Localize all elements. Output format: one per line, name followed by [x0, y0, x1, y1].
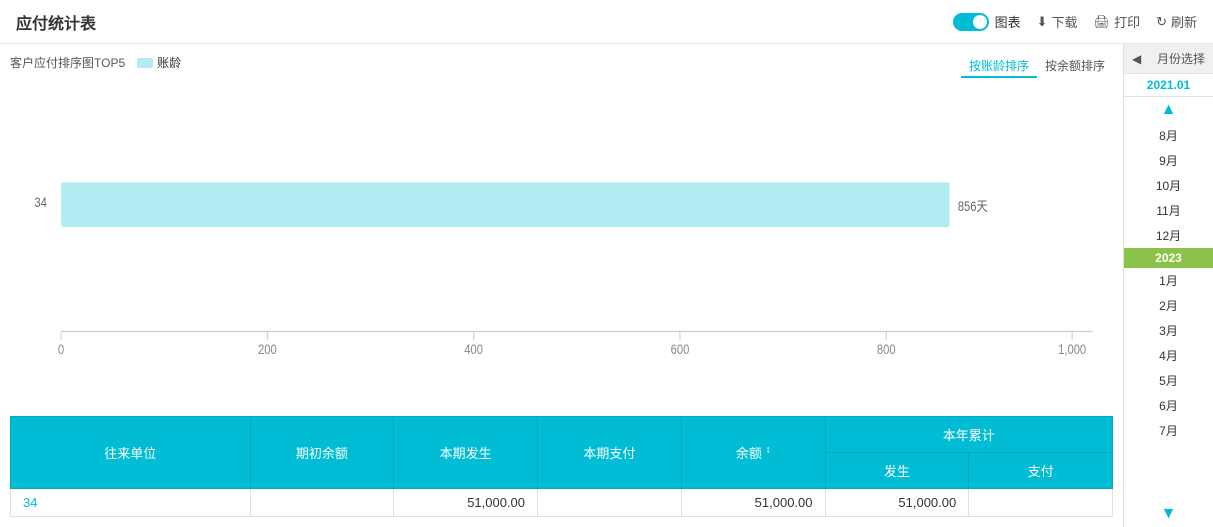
- sidebar-month-list-container: 8月9月10月11月12月20231月2月3月4月5月6月7月: [1124, 123, 1213, 501]
- svg-text:34: 34: [34, 195, 47, 210]
- sidebar: ◀ 月份选择 2021.01 ▲ 8月9月10月11月12月20231月2月3月…: [1123, 44, 1213, 527]
- th-year-pay: 支付: [969, 453, 1113, 489]
- chart-and-table: 客户应付排序图TOP5 账龄 按账龄排序 按余额排序 34: [0, 44, 1123, 527]
- sidebar-month-item[interactable]: 1月: [1124, 268, 1213, 293]
- legend-item-age: 账龄: [137, 54, 181, 71]
- table-cell[interactable]: 34: [11, 489, 251, 517]
- chart-svg: 34 856天 0 200 400 600 800 1,000: [10, 83, 1113, 406]
- chart-legend: 客户应付排序图TOP5 账龄: [10, 54, 181, 71]
- th-year-occur: 发生: [825, 453, 969, 489]
- expand-icon[interactable]: ◀: [1132, 52, 1141, 66]
- sidebar-month-item[interactable]: 7月: [1124, 418, 1213, 443]
- svg-text:400: 400: [464, 342, 483, 357]
- table-cell: [969, 489, 1113, 517]
- sidebar-month-item[interactable]: 2月: [1124, 293, 1213, 318]
- sidebar-month-item[interactable]: 5月: [1124, 368, 1213, 393]
- sort-tab-balance[interactable]: 按余额排序: [1037, 55, 1113, 78]
- table-section: 往来单位 期初余额 本期发生 本期支付 余额 ↕ 本年累计 发生: [0, 416, 1123, 527]
- chart-toggle[interactable]: [953, 13, 989, 31]
- sidebar-header-label: 月份选择: [1157, 50, 1205, 67]
- chart-toggle-group: 图表: [953, 12, 1021, 31]
- refresh-button[interactable]: ↻ 刷新: [1156, 12, 1197, 31]
- print-icon: 🖨: [1094, 14, 1111, 30]
- svg-text:1,000: 1,000: [1058, 342, 1086, 357]
- table-cell: 51,000.00: [394, 489, 538, 517]
- svg-text:856天: 856天: [958, 199, 988, 214]
- chart-header-row: 客户应付排序图TOP5 账龄 按账龄排序 按余额排序: [10, 54, 1113, 79]
- chart-section: 客户应付排序图TOP5 账龄 按账龄排序 按余额排序 34: [0, 44, 1123, 416]
- table-cell: [538, 489, 682, 517]
- refresh-label: 刷新: [1171, 12, 1197, 31]
- refresh-icon: ↻: [1156, 14, 1167, 30]
- sort-tabs: 按账龄排序 按余额排序: [961, 55, 1113, 78]
- th-year-group: 本年累计: [825, 417, 1113, 453]
- sidebar-month-item[interactable]: 9月: [1124, 148, 1213, 173]
- svg-text:600: 600: [671, 342, 690, 357]
- print-label: 打印: [1114, 12, 1140, 31]
- sidebar-month-list: 8月9月10月11月12月20231月2月3月4月5月6月7月: [1124, 123, 1213, 443]
- legend-color-age: [137, 58, 153, 68]
- th-balance: 余额 ↕: [681, 417, 825, 489]
- svg-text:200: 200: [258, 342, 277, 357]
- scroll-up-button[interactable]: ▲: [1124, 97, 1213, 123]
- sidebar-year-display: 2021.01: [1124, 74, 1213, 97]
- table-cell: [250, 489, 394, 517]
- svg-text:0: 0: [58, 342, 64, 357]
- sidebar-month-item[interactable]: 12月: [1124, 223, 1213, 248]
- download-label: 下载: [1052, 12, 1078, 31]
- svg-text:800: 800: [877, 342, 896, 357]
- sidebar-month-item[interactable]: 11月: [1124, 198, 1213, 223]
- legend-label-age: 账龄: [157, 54, 181, 71]
- download-button[interactable]: ⬇ 下载: [1037, 12, 1078, 31]
- download-icon: ⬇: [1037, 14, 1048, 30]
- print-button[interactable]: 🖨 打印: [1094, 12, 1141, 31]
- th-unit: 往来单位: [11, 417, 251, 489]
- sidebar-month-item[interactable]: 2023: [1124, 248, 1213, 268]
- table-cell: 51,000.00: [825, 489, 969, 517]
- sidebar-month-item[interactable]: 10月: [1124, 173, 1213, 198]
- th-period-occur: 本期发生: [394, 417, 538, 489]
- chart-title: 客户应付排序图TOP5: [10, 54, 125, 71]
- chart-wrapper: 34 856天 0 200 400 600 800 1,000: [10, 83, 1113, 406]
- header-actions: 图表 ⬇ 下载 🖨 打印 ↻ 刷新: [953, 12, 1197, 31]
- data-table: 往来单位 期初余额 本期发生 本期支付 余额 ↕ 本年累计 发生: [10, 416, 1113, 517]
- sidebar-header: ◀ 月份选择: [1124, 44, 1213, 74]
- table-row: 3451,000.0051,000.0051,000.00: [11, 489, 1113, 517]
- content-area: 客户应付排序图TOP5 账龄 按账龄排序 按余额排序 34: [0, 44, 1213, 527]
- scroll-down-button[interactable]: ▼: [1124, 501, 1213, 527]
- page-header: 应付统计表 图表 ⬇ 下载 🖨 打印 ↻ 刷新: [0, 0, 1213, 44]
- th-period-pay: 本期支付: [538, 417, 682, 489]
- sort-tab-age[interactable]: 按账龄排序: [961, 55, 1037, 78]
- sidebar-month-item[interactable]: 4月: [1124, 343, 1213, 368]
- th-period-start: 期初余额: [250, 417, 394, 489]
- chart-toggle-label: 图表: [995, 12, 1021, 31]
- sidebar-month-item[interactable]: 3月: [1124, 318, 1213, 343]
- page-title: 应付统计表: [16, 10, 96, 34]
- sidebar-month-item[interactable]: 8月: [1124, 123, 1213, 148]
- sidebar-month-item[interactable]: 6月: [1124, 393, 1213, 418]
- table-cell: 51,000.00: [681, 489, 825, 517]
- unit-link[interactable]: 34: [23, 495, 37, 510]
